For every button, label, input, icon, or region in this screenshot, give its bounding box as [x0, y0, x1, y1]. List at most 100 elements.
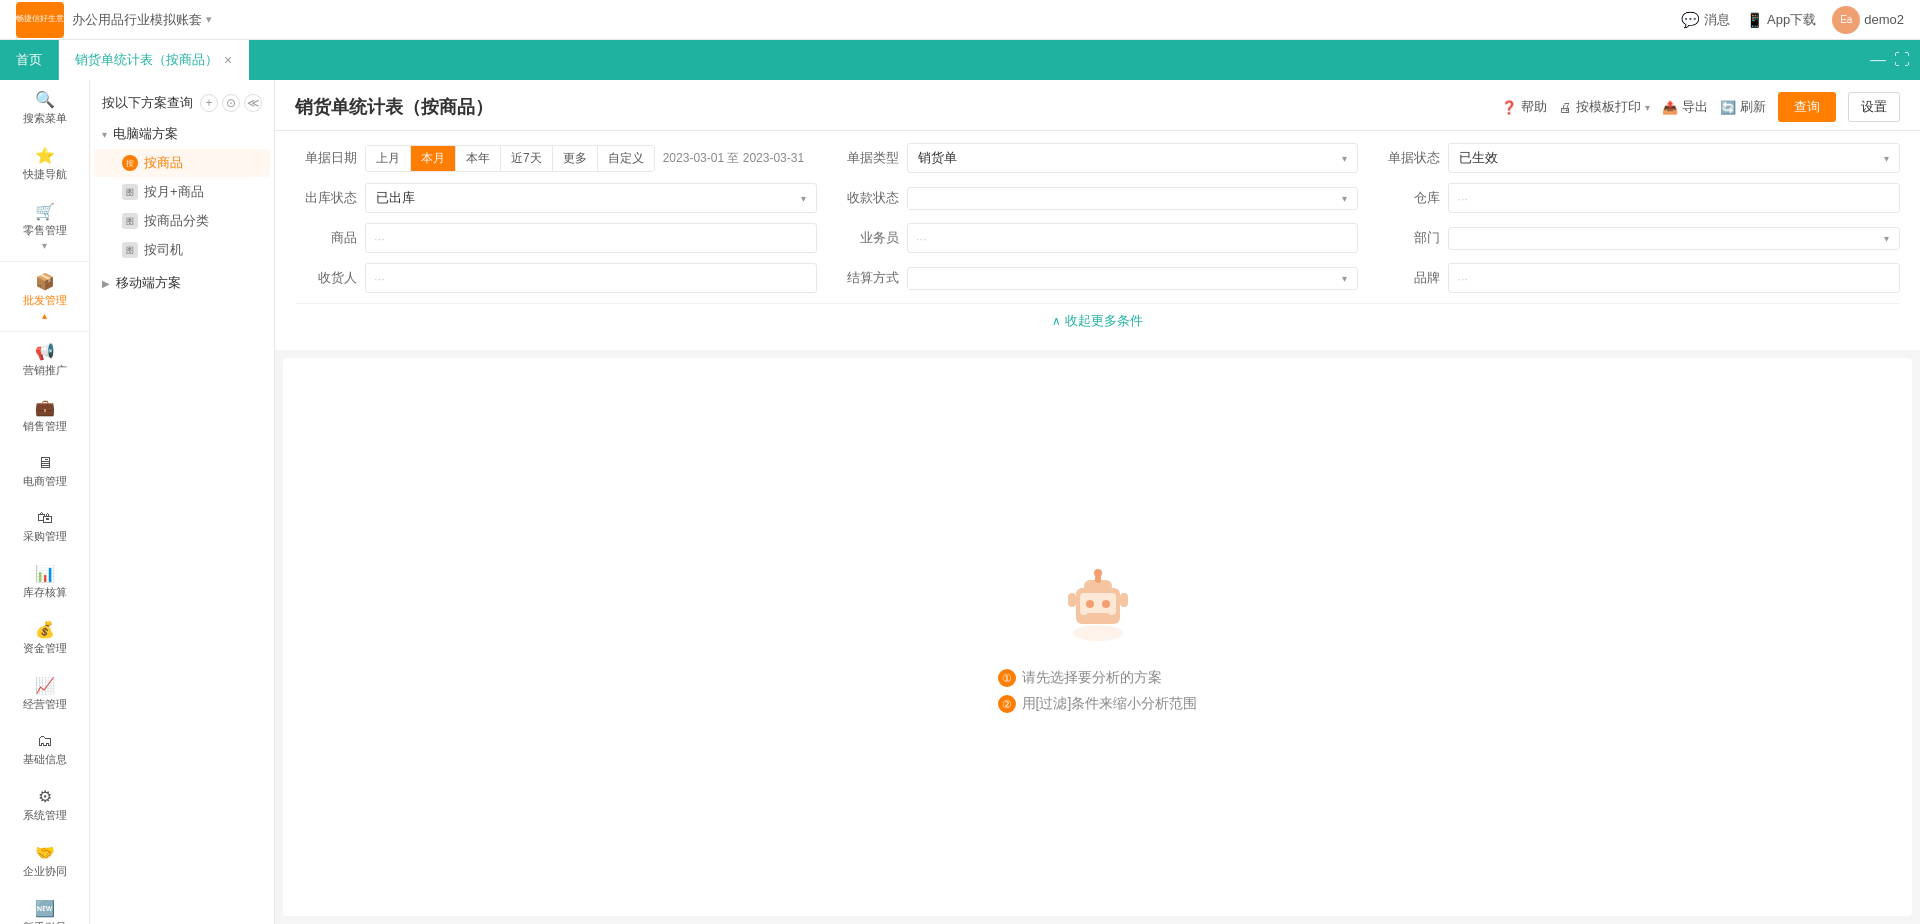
empty-state: ① 请先选择要分析的方案 ② 用[过滤]条件来缩小分析范围 [283, 358, 1912, 916]
sidebar-item-finance[interactable]: 💰 资金管理 [0, 610, 89, 666]
sidebar-item-ecommerce[interactable]: 🖥 电商管理 [0, 444, 89, 499]
refresh-btn[interactable]: 🔄 刷新 [1720, 98, 1766, 116]
collectstatus-select[interactable]: ▾ [907, 187, 1359, 210]
help-btn[interactable]: ❓ 帮助 [1501, 98, 1547, 116]
receiver-dots: ··· [374, 271, 385, 286]
outstatus-select[interactable]: 已出库 ▾ [365, 183, 817, 213]
export-btn[interactable]: 📤 导出 [1662, 98, 1708, 116]
tree-parent-mobile[interactable]: ▶ 移动端方案 [90, 269, 274, 297]
collectstatus-filter: 收款状态 ▾ [837, 187, 1359, 210]
outstatus-chevron: ▾ [801, 193, 806, 204]
sidebar-search-label: 搜索菜单 [23, 111, 67, 126]
print-btn[interactable]: 🖨 按模板打印 ▾ [1559, 98, 1650, 116]
sidebar-guide-label: 新手引导 [23, 920, 67, 924]
tree-child-by-driver[interactable]: 图 按司机 [94, 236, 270, 264]
docstatus-select[interactable]: 已生效 ▾ [1448, 143, 1900, 173]
avatar: Ea [1832, 6, 1860, 34]
tab-minimize-btn[interactable]: — [1870, 51, 1886, 69]
sidebar-item-system[interactable]: ⚙ 系统管理 [0, 777, 89, 833]
sidebar-item-management[interactable]: 📈 经营管理 [0, 666, 89, 722]
salesperson-filter: 业务员 ··· [837, 223, 1359, 253]
sidebar-basic-label: 基础信息 [23, 752, 67, 767]
query-btn[interactable]: 查询 [1778, 92, 1836, 122]
tree-parent-label-mobile: 移动端方案 [116, 274, 181, 292]
panel-add-btn[interactable]: + [200, 94, 218, 112]
sidebar-item-search[interactable]: 🔍 搜索菜单 [0, 80, 89, 136]
date-pill-more[interactable]: 更多 [553, 146, 598, 171]
date-pill-custom[interactable]: 自定义 [598, 146, 654, 171]
sidebar-item-guide[interactable]: 🆕 新手引导 [0, 889, 89, 924]
tab-sales-stats[interactable]: 销货单统计表（按商品） × [59, 40, 249, 80]
management-icon: 📈 [35, 676, 55, 695]
date-pill-this-year[interactable]: 本年 [456, 146, 501, 171]
empty-tip-2: ② 用[过滤]条件来缩小分析范围 [998, 695, 1198, 713]
panel-collapse-btn[interactable]: ≪ [244, 94, 262, 112]
panel-settings-btn[interactable]: ⊙ [222, 94, 240, 112]
svg-rect-5 [1068, 593, 1076, 607]
sidebar-item-sales[interactable]: 💼 销售管理 [0, 388, 89, 444]
by-category-icon: 图 [122, 213, 138, 229]
sidebar-item-retail[interactable]: 🛒 零售管理 ▾ [0, 192, 89, 261]
tab-close-btn[interactable]: × [224, 52, 232, 68]
nav-section-wholesale: 📦 批发管理 ▴ [0, 262, 89, 332]
salesperson-input[interactable]: ··· [907, 223, 1359, 253]
by-goods-label: 按商品 [144, 154, 183, 172]
tree-chevron-mobile: ▶ [102, 278, 110, 289]
app-download-btn[interactable]: 📱 App下载 [1746, 11, 1816, 29]
payment-select[interactable]: ▾ [907, 267, 1359, 290]
payment-label: 结算方式 [837, 269, 907, 287]
dept-chevron: ▾ [1884, 233, 1889, 244]
tree-parent-desktop[interactable]: ▾ 电脑端方案 [90, 120, 274, 148]
message-icon: 💬 [1681, 11, 1700, 29]
filter-row-4: 收货人 ··· 结算方式 ▾ 品牌 ··· [295, 263, 1900, 293]
date-pill-prev-month[interactable]: 上月 [366, 146, 411, 171]
goods-dots: ··· [374, 231, 385, 246]
date-label: 单据日期 [295, 149, 365, 167]
tab-expand-btn[interactable]: ⛶ [1894, 51, 1910, 69]
sidebar-item-enterprise[interactable]: 🤝 企业协同 [0, 833, 89, 889]
tab-home[interactable]: 首页 [0, 40, 59, 80]
export-label: 导出 [1682, 98, 1708, 116]
sidebar-item-inventory[interactable]: 📊 库存核算 [0, 554, 89, 610]
date-pill-this-month[interactable]: 本月 [411, 146, 456, 171]
tree-child-by-category[interactable]: 图 按商品分类 [94, 207, 270, 235]
date-pills: 上月 本月 本年 近7天 更多 自定义 [365, 145, 655, 172]
collapse-icon: ∧ [1052, 314, 1061, 328]
sidebar-item-quicknav[interactable]: ⭐ 快捷导航 [0, 136, 89, 192]
goods-label: 商品 [295, 229, 365, 247]
tabbar: 首页 销货单统计表（按商品） × — ⛶ [0, 40, 1920, 80]
receiver-input[interactable]: ··· [365, 263, 817, 293]
basic-icon: 🗂 [37, 732, 53, 750]
dept-filter: 部门 ▾ [1378, 227, 1900, 250]
date-pill-7days[interactable]: 近7天 [501, 146, 553, 171]
brand-input[interactable]: ··· [1448, 263, 1900, 293]
tab-actions: — ⛶ [1860, 40, 1920, 80]
sidebar-retail-label: 零售管理 [23, 223, 67, 238]
collapse-btn[interactable]: ∧ 收起更多条件 [295, 303, 1900, 338]
user-menu[interactable]: Ea demo2 [1832, 6, 1904, 34]
refresh-icon: 🔄 [1720, 100, 1736, 115]
sidebar-item-marketing[interactable]: 📢 营销推广 [0, 332, 89, 388]
sidebar-item-purchase[interactable]: 🛍 采购管理 [0, 499, 89, 554]
dept-select[interactable]: ▾ [1448, 227, 1900, 250]
doctype-filter: 单据类型 销货单 ▾ [837, 143, 1359, 173]
warehouse-filter: 仓库 ··· [1378, 183, 1900, 213]
industry-selector[interactable]: 办公用品行业模拟账套 ▾ [72, 11, 212, 29]
payment-filter: 结算方式 ▾ [837, 267, 1359, 290]
message-label: 消息 [1704, 11, 1730, 29]
message-btn[interactable]: 💬 消息 [1681, 11, 1730, 29]
date-range-text: 2023-03-01 至 2023-03-31 [663, 150, 804, 167]
sidebar-item-wholesale[interactable]: 📦 批发管理 ▴ [0, 262, 89, 331]
svg-point-3 [1086, 600, 1094, 608]
sidebar-item-basic[interactable]: 🗂 基础信息 [0, 722, 89, 777]
sidebar-finance-label: 资金管理 [23, 641, 67, 656]
doctype-select[interactable]: 销货单 ▾ [907, 143, 1359, 173]
tree-child-by-month-goods[interactable]: 图 按月+商品 [94, 178, 270, 206]
brand-label: 品牌 [1378, 269, 1448, 287]
guide-icon: 🆕 [35, 899, 55, 918]
settings-btn[interactable]: 设置 [1848, 92, 1900, 122]
goods-input[interactable]: ··· [365, 223, 817, 253]
warehouse-input[interactable]: ··· [1448, 183, 1900, 213]
filter-row-3: 商品 ··· 业务员 ··· 部门 ▾ [295, 223, 1900, 253]
tree-child-by-goods[interactable]: 按 按商品 [94, 149, 270, 177]
